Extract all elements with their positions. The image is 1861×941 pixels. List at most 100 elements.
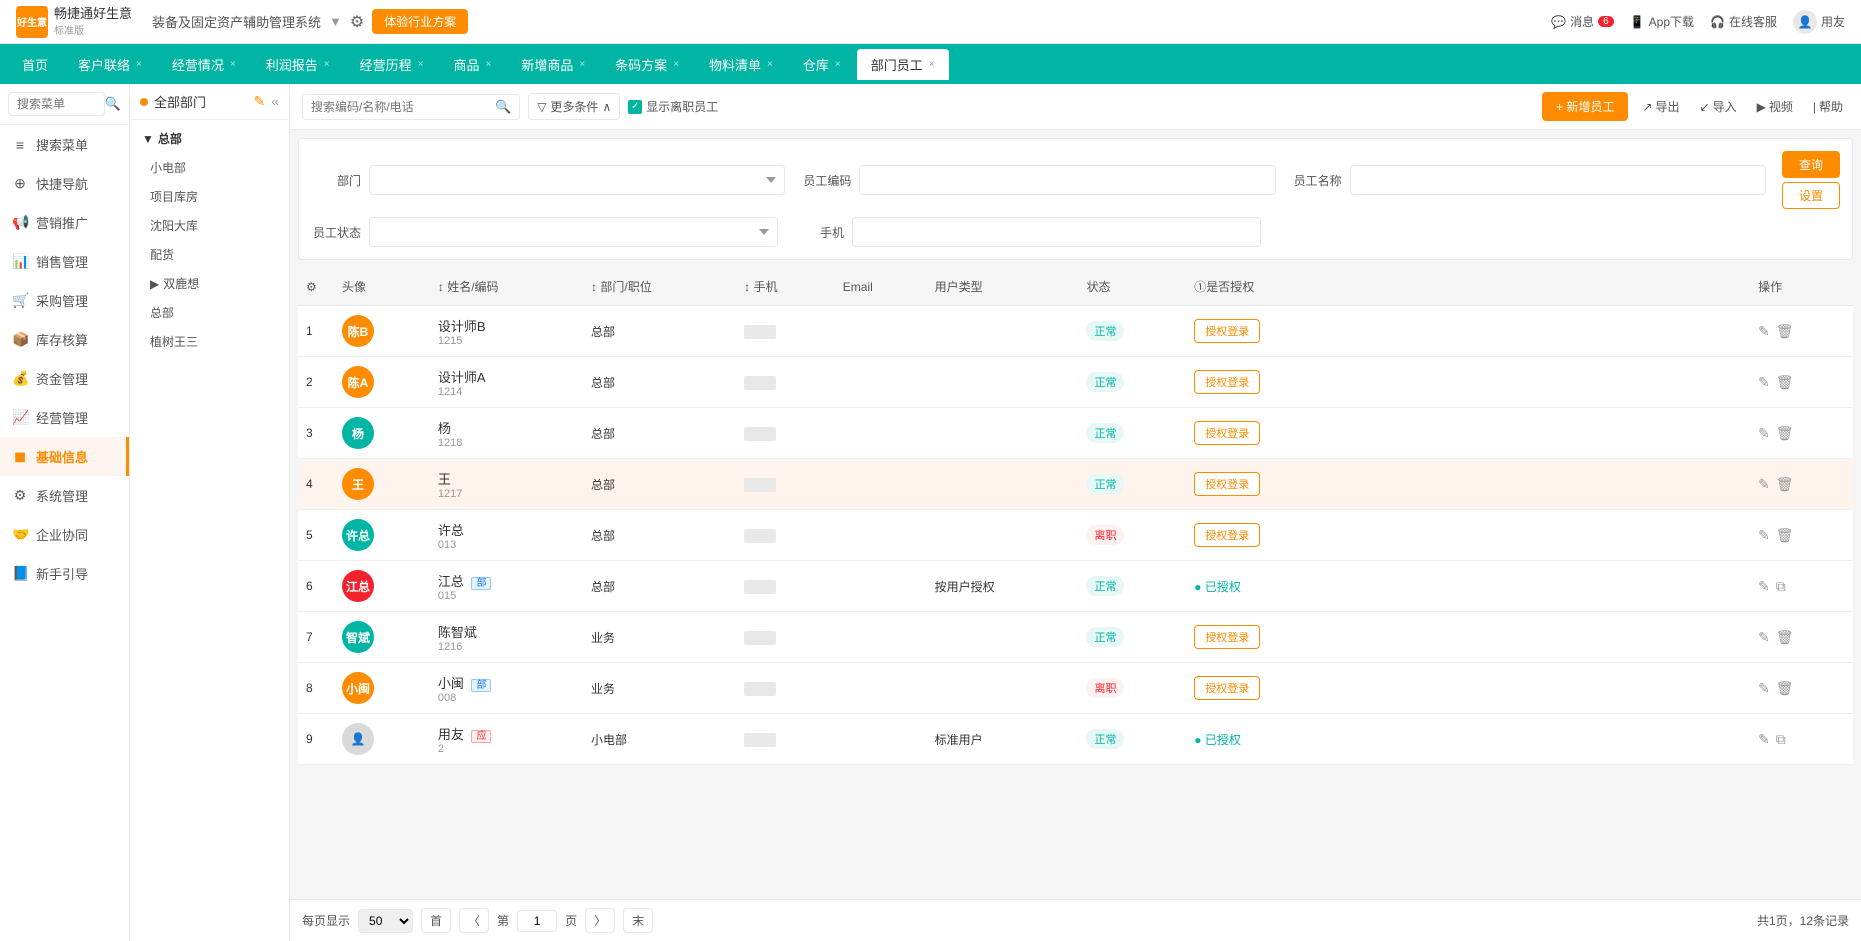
edit-icon[interactable]: ✎ [1758,425,1770,442]
dept-item-shenyang[interactable]: 沈阳大库 [130,211,289,240]
delete-icon[interactable]: 🗑 [1776,629,1794,646]
copy-icon[interactable]: ⧉ [1776,578,1786,595]
close-icon[interactable]: × [324,59,330,70]
dept-item-small-elec[interactable]: 小电部 [130,153,289,182]
sidebar-item-collab[interactable]: 🤝 企业协同 [0,515,129,554]
auth-login-button[interactable]: 授权登录 [1194,370,1260,394]
col-name-code[interactable]: ↕ 姓名/编码 [430,268,583,306]
app-download-btn[interactable]: 📱 App下载 [1630,13,1694,30]
close-icon[interactable]: × [485,59,491,70]
dept-item-shuanglu[interactable]: ▶ 双鹿想 [130,269,289,298]
nav-tab-bom[interactable]: 物料清单 × [695,49,787,80]
close-icon[interactable]: × [767,59,773,70]
edit-icon[interactable]: ✎ [1758,731,1770,748]
sidebar-item-quicknav[interactable]: ⊕ 快捷导航 [0,164,129,203]
dept-item-zhishu[interactable]: 植树王三 [130,327,289,356]
nav-tab-goods[interactable]: 商品 × [439,49,505,80]
close-icon[interactable]: × [136,59,142,70]
first-page-button[interactable]: 首 [421,908,451,933]
sidebar-item-search[interactable]: ≡ 搜索菜单 [0,125,129,164]
sidebar-search-input[interactable] [8,92,105,116]
delete-icon[interactable]: 🗑 [1776,527,1794,544]
sidebar-item-sales[interactable]: 📊 销售管理 [0,242,129,281]
edit-icon[interactable]: ✎ [1758,578,1770,595]
close-icon[interactable]: × [418,59,424,70]
view-btn[interactable]: ▶ 视频 [1751,93,1799,120]
next-page-button[interactable]: 〉 [585,908,615,933]
close-icon[interactable]: × [929,59,935,70]
delete-icon[interactable]: 🗑 [1776,323,1794,340]
col-settings[interactable]: ⚙ [298,268,334,306]
delete-icon[interactable]: 🗑 [1776,476,1794,493]
nav-tab-dept[interactable]: 部门员工 × [857,49,949,80]
gear-icon[interactable]: ⚙ [350,12,364,32]
edit-icon[interactable]: ✎ [1758,323,1770,340]
search-button[interactable]: 查询 [1782,151,1840,178]
message-btn[interactable]: 💬 消息 6 [1551,13,1614,30]
nav-tab-customer[interactable]: 客户联络 × [64,49,156,80]
sidebar-item-biz[interactable]: 📈 经营管理 [0,398,129,437]
page-size-select[interactable]: 50 100 200 [358,909,413,933]
page-number-input[interactable] [517,910,557,932]
delete-icon[interactable]: 🗑 [1776,374,1794,391]
nav-tab-warehouse[interactable]: 仓库 × [789,49,855,80]
col-dept-pos[interactable]: ↕ 部门/职位 [583,268,736,306]
dept-edit-icon[interactable]: ✎ [253,93,265,110]
sidebar-item-finance[interactable]: 💰 资金管理 [0,359,129,398]
sidebar-item-marketing[interactable]: 📢 营销推广 [0,203,129,242]
dept-item-headquarters[interactable]: 总部 [130,298,289,327]
dept-group-general[interactable]: ▼ 总部 [130,124,289,153]
edit-icon[interactable]: ✎ [1758,374,1770,391]
sidebar-item-inventory[interactable]: 📦 库存核算 [0,320,129,359]
online-service-btn[interactable]: 🎧 在线客服 [1710,13,1777,30]
dept-item-dispatch[interactable]: 配货 [130,240,289,269]
auth-login-button[interactable]: 授权登录 [1194,319,1260,343]
auth-login-button[interactable]: 授权登录 [1194,421,1260,445]
emp-name-input[interactable] [1350,165,1766,195]
auth-login-button[interactable]: 授权登录 [1194,676,1260,700]
close-icon[interactable]: × [673,59,679,70]
show-resigned-toggle[interactable]: ✓ 显示离职员工 [628,98,718,115]
trial-button[interactable]: 体验行业方案 [372,9,468,34]
nav-tab-operation[interactable]: 经营情况 × [158,49,250,80]
dropdown-icon[interactable]: ▼ [329,14,342,29]
nav-tab-profit[interactable]: 利润报告 × [252,49,344,80]
nav-tab-history[interactable]: 经营历程 × [346,49,438,80]
more-filter-btn[interactable]: ▽ 更多条件 ∧ [528,93,620,120]
dept-collapse-icon[interactable]: « [271,93,279,110]
delete-icon[interactable]: 🗑 [1776,425,1794,442]
import-btn[interactable]: ↙ 导入 [1694,93,1743,120]
nav-tab-barcode[interactable]: 条码方案 × [601,49,693,80]
dept-item-project[interactable]: 项目库房 [130,182,289,211]
nav-tab-home[interactable]: 首页 [8,49,62,80]
emp-status-select[interactable] [369,217,778,247]
dept-all-btn[interactable]: 全部部门 [140,92,206,111]
col-phone[interactable]: ↕ 手机 [736,268,835,306]
last-page-button[interactable]: 末 [623,908,653,933]
search-input[interactable] [311,100,491,114]
help-btn[interactable]: | 帮助 [1807,93,1849,120]
edit-icon[interactable]: ✎ [1758,629,1770,646]
copy-icon[interactable]: ⧉ [1776,731,1786,748]
prev-page-button[interactable]: 〈 [459,908,489,933]
sidebar-item-system[interactable]: ⚙ 系统管理 [0,476,129,515]
sidebar-item-purchase[interactable]: 🛒 采购管理 [0,281,129,320]
edit-icon[interactable]: ✎ [1758,680,1770,697]
close-icon[interactable]: × [835,59,841,70]
emp-code-input[interactable] [859,165,1275,195]
close-icon[interactable]: × [579,59,585,70]
user-btn[interactable]: 👤 用友 [1793,10,1845,34]
edit-icon[interactable]: ✎ [1758,527,1770,544]
sidebar-item-basic[interactable]: ◼ 基础信息 [0,437,129,476]
auth-login-button[interactable]: 授权登录 [1194,523,1260,547]
delete-icon[interactable]: 🗑 [1776,680,1794,697]
edit-icon[interactable]: ✎ [1758,476,1770,493]
auth-login-button[interactable]: 授权登录 [1194,625,1260,649]
auth-login-button[interactable]: 授权登录 [1194,472,1260,496]
sidebar-item-guide[interactable]: 📘 新手引导 [0,554,129,593]
export-btn[interactable]: ↗ 导出 [1636,93,1685,120]
add-employee-button[interactable]: + 新增员工 [1542,92,1628,121]
set-button[interactable]: 设置 [1782,182,1840,209]
dept-filter-select[interactable] [369,165,785,195]
close-icon[interactable]: × [230,59,236,70]
